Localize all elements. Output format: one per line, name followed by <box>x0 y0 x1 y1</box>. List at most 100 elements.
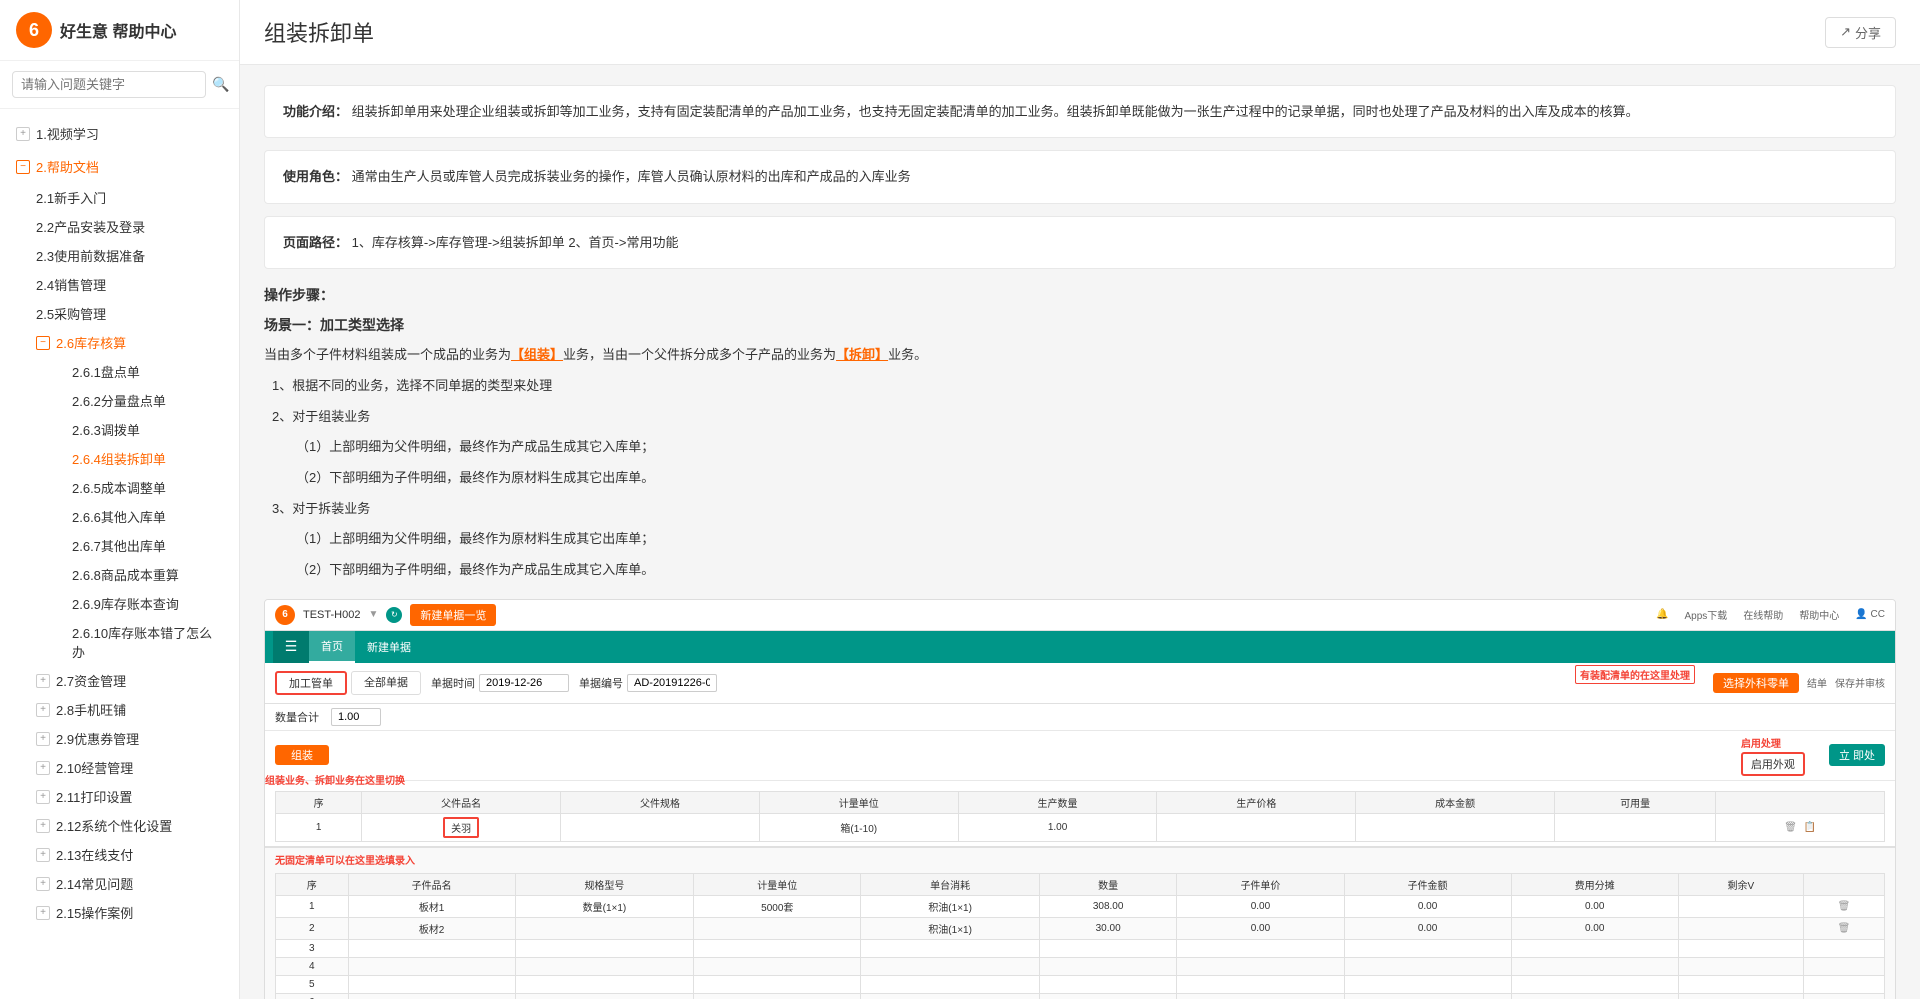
mock-ltable-col-unit: 计量单位 <box>694 873 861 895</box>
expand-icon: + <box>36 848 50 862</box>
mock-del-icon2[interactable]: 🗑 <box>1838 923 1851 934</box>
sidebar-item-label: 2.2产品安装及登录 <box>36 217 145 236</box>
mock-type-select[interactable]: 加工管单 <box>275 671 347 695</box>
mock-cell-name: 关羽 <box>362 813 561 841</box>
mock-bill-no-input[interactable] <box>627 674 717 692</box>
expand-icon: + <box>36 819 50 833</box>
mock-enable-btn[interactable]: 启用外观 <box>1741 752 1805 776</box>
mock-upper-table-wrapper: 序 父件品名 父件规格 计量单位 生产数量 生产价格 成本金额 可用量 <box>265 781 1895 846</box>
logo-icon: 6 <box>16 12 52 48</box>
mock-arrange-btn[interactable]: 选择外科零单 <box>1713 673 1799 693</box>
mock-assembly-badge[interactable]: 组装 <box>275 745 329 765</box>
expand-icon: + <box>36 761 50 775</box>
screenshot-container: 6 TEST-H002 ▼ ↻ 新建单据一览 🔔 Apps下载 在线帮助 帮助中… <box>264 599 1896 999</box>
sidebar-item-label: 2.5采购管理 <box>36 304 106 323</box>
mock-row-copy-icon[interactable]: 📋 <box>1804 822 1816 833</box>
sidebar-item-other-out[interactable]: 2.6.7其他出库单 <box>72 531 239 560</box>
assembly-keyword: 【组装】 <box>511 347 563 362</box>
mock-enable-wrapper: 启用处理 启用外观 <box>1741 735 1805 776</box>
mock-table-col-qty: 生产数量 <box>958 791 1157 813</box>
function-desc-label: 功能介绍： <box>283 104 348 119</box>
sidebar-item-other-in[interactable]: 2.6.6其他入库单 <box>72 502 239 531</box>
mock-cell-spec <box>561 813 760 841</box>
mock-ltable-col-expense: 费用分摊 <box>1511 873 1678 895</box>
mock-date-input[interactable] <box>479 674 569 692</box>
mock-cell-avail <box>1555 813 1716 841</box>
mock-confirm-btn[interactable]: 立 即处 <box>1829 744 1885 766</box>
screenshot-mock: 6 TEST-H002 ▼ ↻ 新建单据一览 🔔 Apps下载 在线帮助 帮助中… <box>265 600 1895 999</box>
sidebar-item-transfer[interactable]: 2.6.3调拨单 <box>72 415 239 444</box>
sidebar-item-assembly[interactable]: 2.6.4组装拆卸单 <box>72 444 239 473</box>
search-input[interactable] <box>12 71 206 98</box>
sidebar-item-online-pay[interactable]: + 2.13在线支付 <box>36 840 239 869</box>
mock-tab-new[interactable]: 新建单据 <box>355 631 423 663</box>
mock-save-label: 保存并审核 <box>1835 675 1885 690</box>
function-desc-box: 功能介绍： 组装拆卸单用来处理企业组装或拆卸等加工业务，支持有固定装配清单的产品… <box>264 85 1896 138</box>
sidebar-item-custom[interactable]: + 2.12系统个性化设置 <box>36 811 239 840</box>
annotation-4: 无固定清单可以在这里选填录入 <box>275 852 1885 867</box>
sidebar-item-docs[interactable]: − 2.帮助文档 <box>0 150 239 183</box>
sidebar-item-coupon[interactable]: + 2.9优惠券管理 <box>36 724 239 753</box>
sidebar-item-install[interactable]: 2.2产品安装及登录 <box>36 212 239 241</box>
sidebar-item-partial[interactable]: 2.6.2分量盘点单 <box>72 386 239 415</box>
role-desc-text: 通常由生产人员或库管人员完成拆装业务的操作，库管人员确认原材料的出库和产成品的入… <box>352 169 911 184</box>
mock-app-id: TEST-H002 <box>303 609 360 621</box>
sidebar-item-faq[interactable]: + 2.14常见问题 <box>36 869 239 898</box>
path-label: 页面路径： <box>283 235 348 250</box>
sidebar-item-sales[interactable]: 2.4销售管理 <box>36 270 239 299</box>
sidebar-item-finance[interactable]: + 2.7资金管理 <box>36 666 239 695</box>
sidebar-item-ops[interactable]: + 2.10经营管理 <box>36 753 239 782</box>
sidebar-item-count[interactable]: 2.6.1盘点单 <box>72 357 239 386</box>
sidebar-item-cost[interactable]: 2.6.5成本调整单 <box>72 473 239 502</box>
expand-icon: + <box>36 732 50 746</box>
share-icon: ↗ <box>1840 24 1851 40</box>
mock-row-delete-icon[interactable]: 🗑 <box>1784 822 1797 833</box>
search-button[interactable]: 🔍 <box>212 76 229 93</box>
mock-table-col-action <box>1716 791 1885 813</box>
sidebar-item-newbie[interactable]: 2.1新手入门 <box>36 183 239 212</box>
sidebar-item-goods-cost[interactable]: 2.6.8商品成本重算 <box>72 560 239 589</box>
mock-table-col-price: 生产价格 <box>1157 791 1356 813</box>
mock-qty-total-input[interactable] <box>331 708 381 726</box>
sidebar-item-mobile[interactable]: + 2.8手机旺铺 <box>36 695 239 724</box>
mock-cell-name-input[interactable]: 关羽 <box>443 817 479 838</box>
sidebar-item-purchase[interactable]: 2.5采购管理 <box>36 299 239 328</box>
sidebar-item-cases[interactable]: + 2.15操作案例 <box>36 898 239 927</box>
sidebar-item-inventory[interactable]: − 2.6库存核算 <box>36 328 239 357</box>
sidebar-item-label: 1.视频学习 <box>36 124 99 143</box>
sidebar-item-stock-check[interactable]: 2.6.9库存账本查询 <box>72 589 239 618</box>
mock-type-all[interactable]: 全部单据 <box>351 671 421 695</box>
sidebar-item-video[interactable]: + 1.视频学习 <box>0 117 239 150</box>
table-row: 4 <box>276 957 1885 975</box>
mock-tab-home[interactable]: 首页 <box>309 631 355 663</box>
step-2: 2、对于组装业务 <box>272 405 1896 430</box>
mock-cell-prod-price <box>1157 813 1356 841</box>
scene1-title: 场景一：加工类型选择 <box>264 315 1896 335</box>
sidebar-item-label: 2.4销售管理 <box>36 275 106 294</box>
sidebar-item-print[interactable]: + 2.11打印设置 <box>36 782 239 811</box>
expand-icon: + <box>36 877 50 891</box>
mock-logo: 6 <box>275 605 295 625</box>
function-desc-text: 组装拆卸单用来处理企业组装或拆卸等加工业务，支持有固定装配清单的产品加工业务，也… <box>352 104 1639 119</box>
mock-apps-icon: Apps下载 <box>1685 607 1728 622</box>
mock-help-icon: 在线帮助 <box>1743 607 1783 622</box>
mock-second-label: 数量合计 <box>275 709 319 725</box>
mock-del-icon[interactable]: 🗑 <box>1838 901 1851 912</box>
mock-ltable-col-name: 子件品名 <box>348 873 515 895</box>
mock-date-field: 单据时间 <box>431 674 569 692</box>
mock-bell-icon: 🔔 <box>1656 609 1668 620</box>
mock-dropdown-icon: ▼ <box>368 609 378 620</box>
mock-nav-toggle: ☰ <box>273 631 309 663</box>
mock-ltable-col-remain: 剩余V <box>1678 873 1803 895</box>
collapse-icon: − <box>16 160 30 174</box>
sidebar-item-wrong[interactable]: 2.6.10库存账本错了怎么办 <box>72 618 239 666</box>
sidebar-item-label: 2.6库存核算 <box>56 333 126 352</box>
steps-title: 操作步骤： <box>264 285 1896 305</box>
mock-new-order-btn[interactable]: 新建单据一览 <box>410 604 496 626</box>
sidebar-item-data[interactable]: 2.3使用前数据准备 <box>36 241 239 270</box>
mock-bill-no-field: 单据编号 <box>579 674 717 692</box>
share-button[interactable]: ↗ 分享 <box>1825 17 1896 48</box>
mock-table-col-parent-name: 父件品名 <box>362 791 561 813</box>
expand-icon: + <box>36 703 50 717</box>
mock-lower-wrapper: 无固定清单可以在这里选填录入 序 子件品名 规格型号 计量单位 单台消耗 数量 … <box>265 846 1895 999</box>
